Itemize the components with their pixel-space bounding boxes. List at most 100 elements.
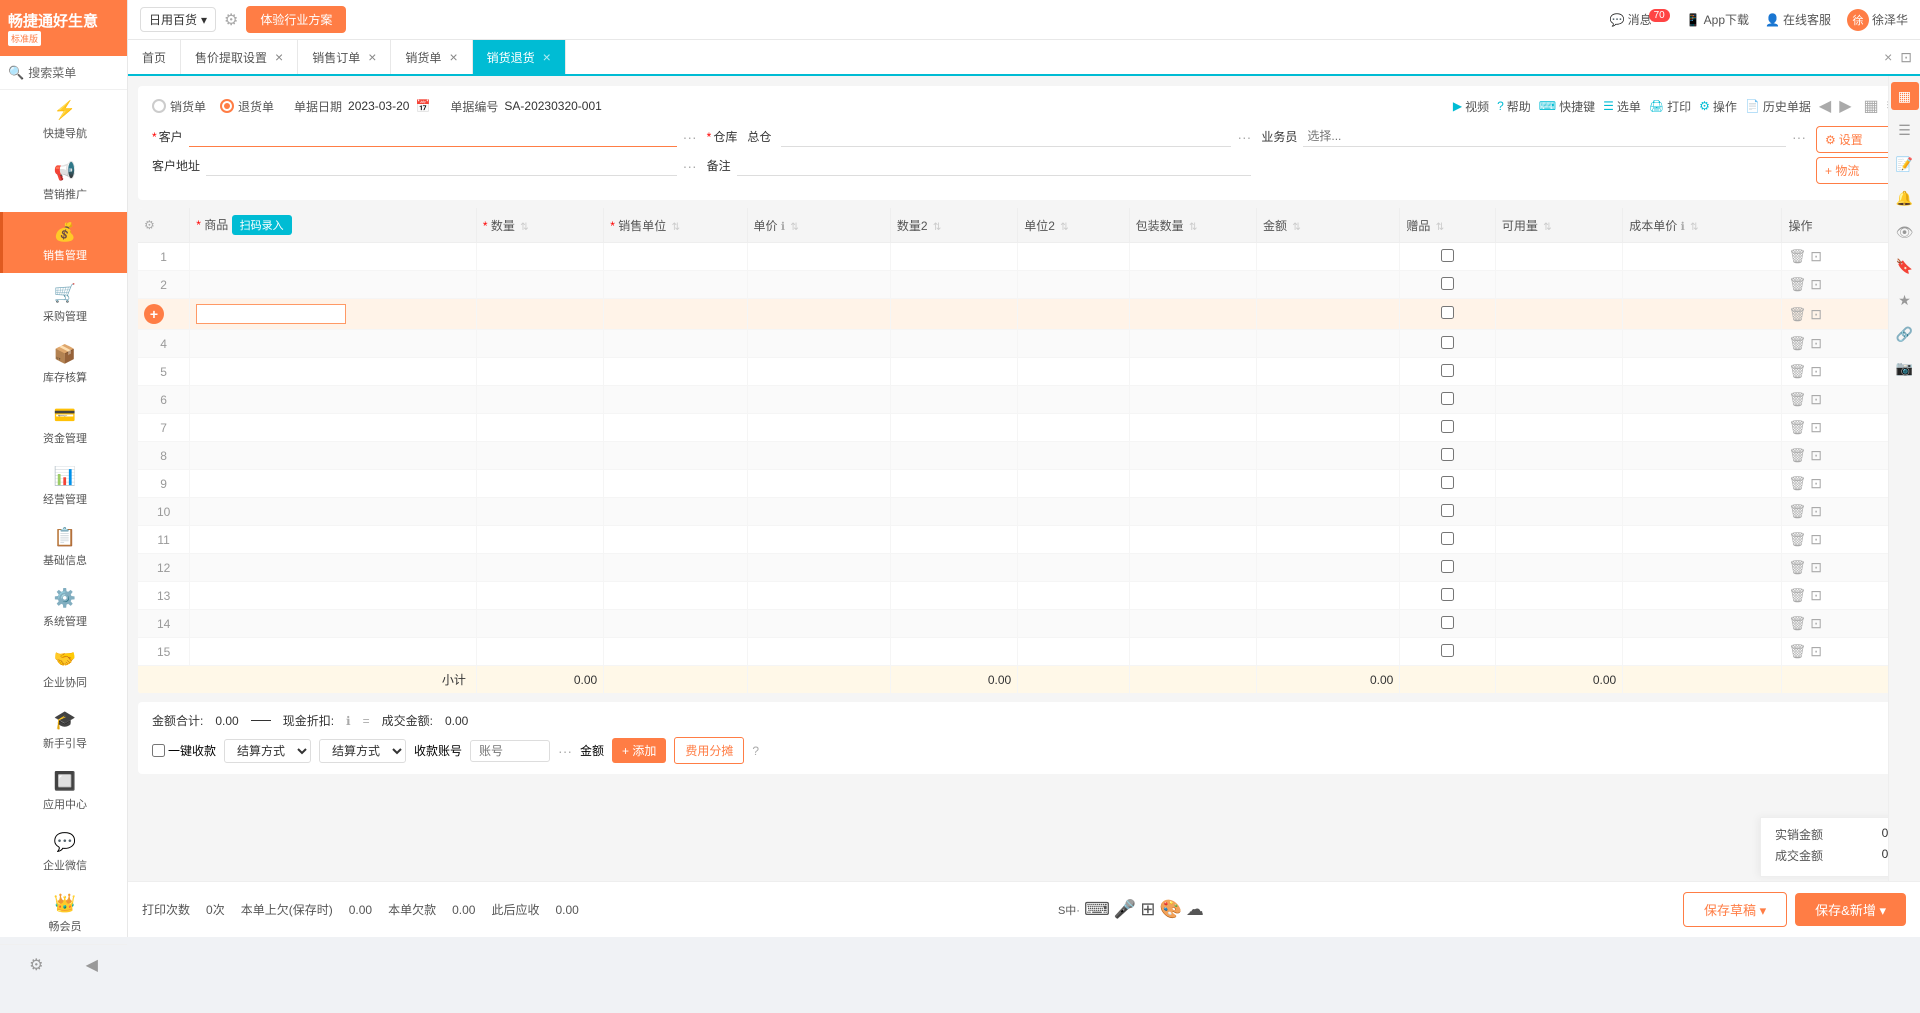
warehouse-input[interactable]	[781, 126, 1231, 147]
row-3-amount[interactable]	[1257, 299, 1400, 330]
row-copy-icon[interactable]: ⊡	[1810, 559, 1822, 576]
save-draft-btn[interactable]: 保存草稿 ▾	[1683, 892, 1787, 927]
account-dots[interactable]: ···	[558, 743, 572, 759]
one-click-checkbox-input[interactable]	[152, 744, 165, 757]
row-2-copy-icon[interactable]: ⊡	[1810, 276, 1822, 293]
row-2-available[interactable]	[1495, 271, 1622, 299]
tab-sales-delivery[interactable]: 销货单 ×	[391, 40, 472, 74]
row-1-delete-icon[interactable]: 🗑	[1788, 248, 1806, 265]
row-3-product-input[interactable]	[196, 304, 346, 324]
logistics-btn[interactable]: + 物流	[1816, 157, 1896, 184]
right-panel-link-icon[interactable]: 🔗	[1891, 320, 1919, 348]
sidebar-item-purchase[interactable]: 🛒 采购管理	[0, 273, 127, 334]
salesperson-dots[interactable]: ···	[1792, 129, 1806, 145]
row-1-cost-price[interactable]	[1623, 243, 1782, 271]
row-delete-icon[interactable]: 🗑	[1788, 587, 1806, 604]
tab-sales-return[interactable]: 销货退货 ×	[473, 40, 566, 74]
sidebar-item-inventory[interactable]: 📦 库存核算	[0, 334, 127, 395]
row-3-quantity[interactable]	[476, 299, 603, 330]
sidebar-item-wechat[interactable]: 💬 企业微信	[0, 822, 127, 883]
message-btn[interactable]: 💬 消息 70	[1610, 11, 1670, 28]
settings-btn[interactable]: ⚙ 设置	[1816, 126, 1896, 153]
row-1-sales-unit[interactable]	[604, 243, 747, 271]
voice-icon[interactable]: 🎤	[1114, 899, 1136, 920]
cloud-icon[interactable]: ☁	[1186, 899, 1204, 920]
row-copy-icon[interactable]: ⊡	[1810, 643, 1822, 660]
right-panel-camera-icon[interactable]: 📷	[1891, 354, 1919, 382]
next-doc-icon[interactable]: ▶	[1839, 96, 1851, 116]
settlement-method-select[interactable]: 结算方式	[224, 739, 311, 763]
calc-method-select[interactable]: 结算方式	[319, 739, 406, 763]
cash-discount-info-icon[interactable]: ℹ	[346, 714, 351, 728]
online-service-btn[interactable]: 👤 在线客服	[1765, 11, 1831, 28]
save-new-btn[interactable]: 保存&新增 ▾	[1795, 893, 1906, 926]
row-3-unit-price[interactable]	[747, 299, 890, 330]
prev-doc-icon[interactable]: ◀	[1819, 96, 1831, 116]
tab-restore-icon[interactable]: ⊡	[1900, 49, 1912, 66]
barcode-scan-btn[interactable]: 扫码录入	[232, 215, 292, 235]
row-2-delete-icon[interactable]: 🗑	[1788, 276, 1806, 293]
experience-btn[interactable]: 体验行业方案	[246, 6, 346, 33]
row-3-delete-icon[interactable]: 🗑	[1788, 306, 1806, 323]
add-payment-btn[interactable]: + 添加	[612, 738, 666, 763]
row-1-amount[interactable]	[1257, 243, 1400, 271]
row-copy-icon[interactable]: ⊡	[1810, 419, 1822, 436]
row-2-unit-price[interactable]	[747, 271, 890, 299]
print-action[interactable]: 🖨打印	[1649, 98, 1691, 115]
app-download-btn[interactable]: 📱 App下载	[1686, 11, 1749, 28]
row-2-sales-unit[interactable]	[604, 271, 747, 299]
sidebar-item-system[interactable]: ⚙️ 系统管理	[0, 578, 127, 639]
row-copy-icon[interactable]: ⊡	[1810, 475, 1822, 492]
radio-sales[interactable]: 销货单	[152, 98, 206, 115]
salesperson-input[interactable]	[1303, 126, 1786, 147]
tab-sales-return-close[interactable]: ×	[543, 49, 551, 65]
warehouse-dots[interactable]: ···	[1237, 129, 1251, 145]
history-action[interactable]: 📄历史单据	[1745, 98, 1811, 115]
row-delete-icon[interactable]: 🗑	[1788, 643, 1806, 660]
calendar-icon[interactable]: 📅	[415, 99, 430, 113]
account-number-input[interactable]	[470, 740, 550, 762]
industry-select[interactable]: 日用百货 ▾	[140, 7, 216, 32]
sidebar-item-sales[interactable]: 💰 销售管理	[0, 212, 127, 273]
row-2-product[interactable]	[190, 271, 477, 299]
row-1-copy-icon[interactable]: ⊡	[1810, 248, 1822, 265]
grid-view-icon[interactable]: ▦	[1864, 96, 1879, 116]
tab-sales-order[interactable]: 销售订单 ×	[298, 40, 391, 74]
row-1-unit-price[interactable]	[747, 243, 890, 271]
customer-dots[interactable]: ···	[683, 129, 697, 145]
row-delete-icon[interactable]: 🗑	[1788, 559, 1806, 576]
sidebar-item-apps[interactable]: 🔲 应用中心	[0, 761, 127, 822]
row-copy-icon[interactable]: ⊡	[1810, 531, 1822, 548]
row-delete-icon[interactable]: 🗑	[1788, 475, 1806, 492]
operation-action[interactable]: ⚙操作	[1699, 98, 1737, 115]
row-delete-icon[interactable]: 🗑	[1788, 615, 1806, 632]
sidebar-item-guide[interactable]: 🎓 新手引导	[0, 700, 127, 761]
user-profile[interactable]: 徐 徐泽华	[1847, 9, 1908, 31]
row-3-cost-price[interactable]	[1623, 299, 1782, 330]
row-2-unit2[interactable]	[1018, 271, 1129, 299]
tab-price-setting[interactable]: 售价提取设置 ×	[181, 40, 298, 74]
sidebar-item-vip[interactable]: 👑 畅会员	[0, 883, 127, 944]
sidebar-item-quick-nav[interactable]: ⚡ 快捷导航	[0, 90, 127, 151]
row-copy-icon[interactable]: ⊡	[1810, 615, 1822, 632]
row-1-gift[interactable]	[1400, 243, 1496, 271]
row-3-sales-unit[interactable]	[604, 299, 747, 330]
select-action[interactable]: ☰选单	[1603, 98, 1641, 115]
row-3-gift-checkbox[interactable]	[1441, 306, 1454, 319]
row-delete-icon[interactable]: 🗑	[1788, 447, 1806, 464]
row-2-gift-checkbox[interactable]	[1441, 277, 1454, 290]
sidebar-item-finance[interactable]: 💳 资金管理	[0, 395, 127, 456]
row-2-amount[interactable]	[1257, 271, 1400, 299]
sidebar-item-marketing[interactable]: 📢 营销推广	[0, 151, 127, 212]
row-1-product[interactable]	[190, 243, 477, 271]
row-copy-icon[interactable]: ⊡	[1810, 447, 1822, 464]
row-2-quantity[interactable]	[476, 271, 603, 299]
row-delete-icon[interactable]: 🗑	[1788, 419, 1806, 436]
right-panel-table-icon[interactable]: ▦	[1891, 82, 1919, 110]
row-delete-icon[interactable]: 🗑	[1788, 503, 1806, 520]
remarks-input[interactable]	[737, 155, 1252, 176]
row-2-qty2[interactable]	[890, 271, 1017, 299]
video-action[interactable]: ▶视频	[1453, 98, 1489, 115]
row-1-available[interactable]	[1495, 243, 1622, 271]
row-1-gift-checkbox[interactable]	[1441, 249, 1454, 262]
